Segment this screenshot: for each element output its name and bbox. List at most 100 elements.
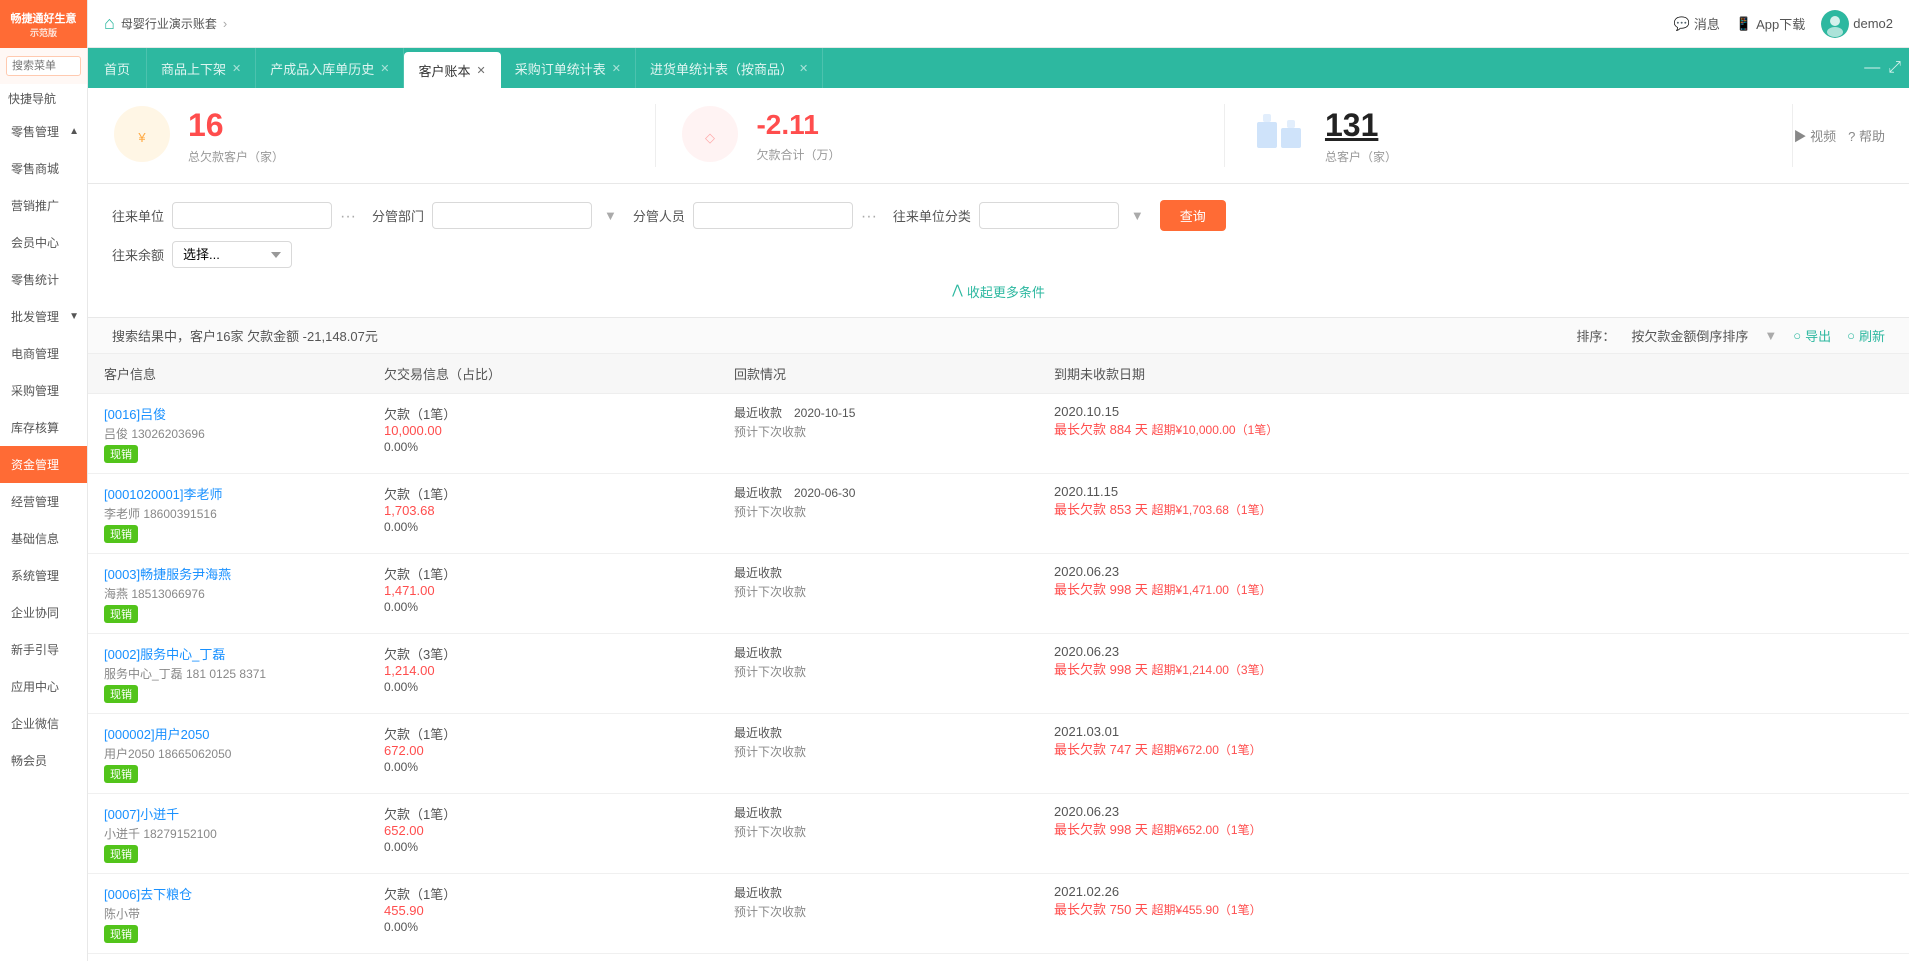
sidebar-item-basic-info[interactable]: 基础信息 (0, 520, 87, 557)
from-unit-dots[interactable]: ··· (340, 208, 356, 226)
overdue-link[interactable]: 超期¥1,214.00（3笔） (1152, 663, 1272, 677)
help-btn[interactable]: ? 帮助 (1848, 126, 1885, 145)
close-instock-tab[interactable]: ✕ (799, 62, 808, 75)
balance-select[interactable]: 选择... (172, 241, 292, 268)
debt-amount[interactable]: 1,214.00 (384, 663, 702, 678)
debt-amount[interactable]: 672.00 (384, 743, 702, 758)
stat-card-debt-total: ◇ -2.11 欠款合计（万） (656, 104, 1224, 167)
close-order-tab[interactable]: ✕ (612, 62, 621, 75)
app-download-btn[interactable]: 📱 App下载 (1736, 14, 1805, 33)
stat-value-total-customers: 131 (1325, 106, 1397, 144)
debt-percent: 0.00% (384, 760, 702, 774)
stat-card-debtors: ¥ 16 总欠款客户（家） (112, 104, 656, 167)
sidebar-item-app-center[interactable]: 应用中心 (0, 668, 87, 705)
sidebar-item-system[interactable]: 系统管理 (0, 557, 87, 594)
tab-order[interactable]: 采购订单统计表 ✕ (501, 48, 636, 88)
sidebar-item-ecommerce[interactable]: 电商管理 (0, 335, 87, 372)
debt-percent: 0.00% (384, 600, 702, 614)
overdue-link[interactable]: 超期¥10,000.00（1笔） (1152, 423, 1279, 437)
debt-amount[interactable]: 1,703.68 (384, 503, 702, 518)
sidebar-item-corp-wx[interactable]: 企业微信 (0, 705, 87, 742)
sidebar-item-plus[interactable]: 畅会员 (0, 742, 87, 779)
sidebar-item-newbie[interactable]: 新手引导 (0, 631, 87, 668)
customer-name[interactable]: [0001020001]李老师 (104, 484, 352, 503)
dept-input[interactable] (432, 202, 592, 229)
minimize-icon[interactable]: — (1864, 59, 1880, 77)
sidebar-item-retail-shop[interactable]: 零售商城 (0, 150, 87, 187)
customer-name[interactable]: [0002]服务中心_丁磊 (104, 644, 352, 663)
sidebar-item-retail-mgmt[interactable]: 零售管理 ▲ (0, 113, 87, 150)
sidebar-item-inventory[interactable]: 库存核算 (0, 409, 87, 446)
filter-person: 分管人员 ··· (633, 202, 877, 229)
data-table: 客户信息 欠交易信息（占比） 回款情况 到期未收款日期 [0016]吕俊 吕俊 … (88, 354, 1909, 961)
debt-percent: 0.00% (384, 440, 702, 454)
from-unit-input[interactable] (172, 202, 332, 229)
search-input[interactable] (6, 56, 81, 76)
expand-icon[interactable]: ⤢ (1888, 59, 1901, 77)
tab-goods[interactable]: 商品上下架 ✕ (147, 48, 256, 88)
customer-contact: 小迸千 18279152100 (104, 825, 352, 842)
svg-text:◇: ◇ (705, 130, 715, 145)
debt-amount[interactable]: 10,000.00 (384, 423, 702, 438)
debt-amount[interactable]: 652.00 (384, 823, 702, 838)
customer-contact: 用户2050 18665062050 (104, 745, 352, 762)
table-row: [000001]黄思源 黄思源 13552700226 现销 欠款（1笔） 42… (88, 954, 1909, 961)
customer-name[interactable]: [0003]畅捷服务尹海燕 (104, 564, 352, 583)
sidebar-item-member[interactable]: 会员中心 (0, 224, 87, 261)
overdue-link[interactable]: 超期¥455.90（1笔） (1152, 903, 1262, 917)
sort-dropdown-icon[interactable]: ▼ (1764, 328, 1777, 343)
refresh-btn[interactable]: ○ 刷新 (1847, 326, 1885, 345)
col-due-date: 到期未收款日期 (1038, 354, 1909, 394)
unit-class-input[interactable] (979, 202, 1119, 229)
dept-dropdown-icon[interactable]: ▼ (604, 208, 617, 223)
person-input[interactable] (693, 202, 853, 229)
user-avatar-btn[interactable]: demo2 (1821, 10, 1893, 38)
search-button[interactable]: 查询 (1160, 200, 1226, 231)
sidebar: 畅捷通好生意 示范版 快捷导航 零售管理 ▲ 零售商城 营销推广 会员中心 零售… (0, 0, 88, 961)
sort-label: 排序： (1576, 326, 1615, 345)
tab-account[interactable]: 客户账本 ✕ (404, 52, 500, 88)
quick-nav[interactable]: 快捷导航 (0, 84, 87, 113)
sidebar-item-batch-mgmt[interactable]: 批发管理 ▼ (0, 298, 87, 335)
stat-label-total-customers: 总客户（家） (1325, 148, 1397, 165)
export-btn[interactable]: ○ 导出 (1793, 326, 1831, 345)
customer-name[interactable]: [0007]小迸千 (104, 804, 352, 823)
sidebar-item-operation[interactable]: 经营管理 (0, 483, 87, 520)
customer-name[interactable]: [000002]用户2050 (104, 724, 352, 743)
person-dots[interactable]: ··· (861, 208, 877, 226)
tab-produce[interactable]: 产成品入库单历史 ✕ (256, 48, 404, 88)
collapse-bar[interactable]: ⋀ 收起更多条件 (112, 278, 1885, 309)
close-produce-tab[interactable]: ✕ (380, 62, 389, 75)
table-row: [000002]用户2050 用户2050 18665062050 现销 欠款（… (88, 714, 1909, 794)
overdue-days: 最长欠款 853 天 超期¥1,703.68（1笔） (1054, 499, 1893, 518)
message-btn[interactable]: 💬 消息 (1674, 14, 1720, 33)
sidebar-item-retail-stats[interactable]: 零售统计 (0, 261, 87, 298)
sidebar-item-finance[interactable]: 资金管理 (0, 446, 87, 483)
overdue-link[interactable]: 超期¥652.00（1笔） (1152, 823, 1262, 837)
debt-amount[interactable]: 455.90 (384, 903, 702, 918)
customer-badge: 现销 (104, 605, 138, 623)
tab-home[interactable]: 首页 (88, 48, 147, 88)
close-goods-tab[interactable]: ✕ (232, 62, 241, 75)
customer-name[interactable]: [0016]吕俊 (104, 404, 352, 423)
overdue-link[interactable]: 超期¥1,703.68（1笔） (1152, 503, 1272, 517)
customer-badge: 现销 (104, 525, 138, 543)
video-btn[interactable]: ▶ 视频 (1793, 126, 1836, 145)
from-unit-label: 往来单位 (112, 206, 164, 225)
overdue-link[interactable]: 超期¥672.00（1笔） (1152, 743, 1262, 757)
due-date: 2020.06.23 (1054, 564, 1893, 579)
overdue-link[interactable]: 超期¥1,471.00（1笔） (1152, 583, 1272, 597)
sidebar-item-purchase[interactable]: 采购管理 (0, 372, 87, 409)
close-account-tab[interactable]: ✕ (477, 64, 486, 77)
sidebar-item-marketing[interactable]: 营销推广 (0, 187, 87, 224)
next-collect-label: 预计下次收款 (734, 663, 1022, 680)
message-icon: 💬 (1674, 16, 1690, 32)
stat-card-total-customers: 131 总客户（家） (1225, 104, 1793, 167)
tab-instock[interactable]: 进货单统计表（按商品） ✕ (636, 48, 823, 88)
sort-select[interactable]: 按欠款金额倒序排序 (1631, 326, 1748, 345)
unit-class-dropdown-icon[interactable]: ▼ (1131, 208, 1144, 223)
table-row: [0006]去下粮仓 陈小带 现销 欠款（1笔） 455.90 0.00% 最近… (88, 874, 1909, 954)
debt-amount[interactable]: 1,471.00 (384, 583, 702, 598)
sidebar-item-collab[interactable]: 企业协同 (0, 594, 87, 631)
customer-name[interactable]: [0006]去下粮仓 (104, 884, 352, 903)
